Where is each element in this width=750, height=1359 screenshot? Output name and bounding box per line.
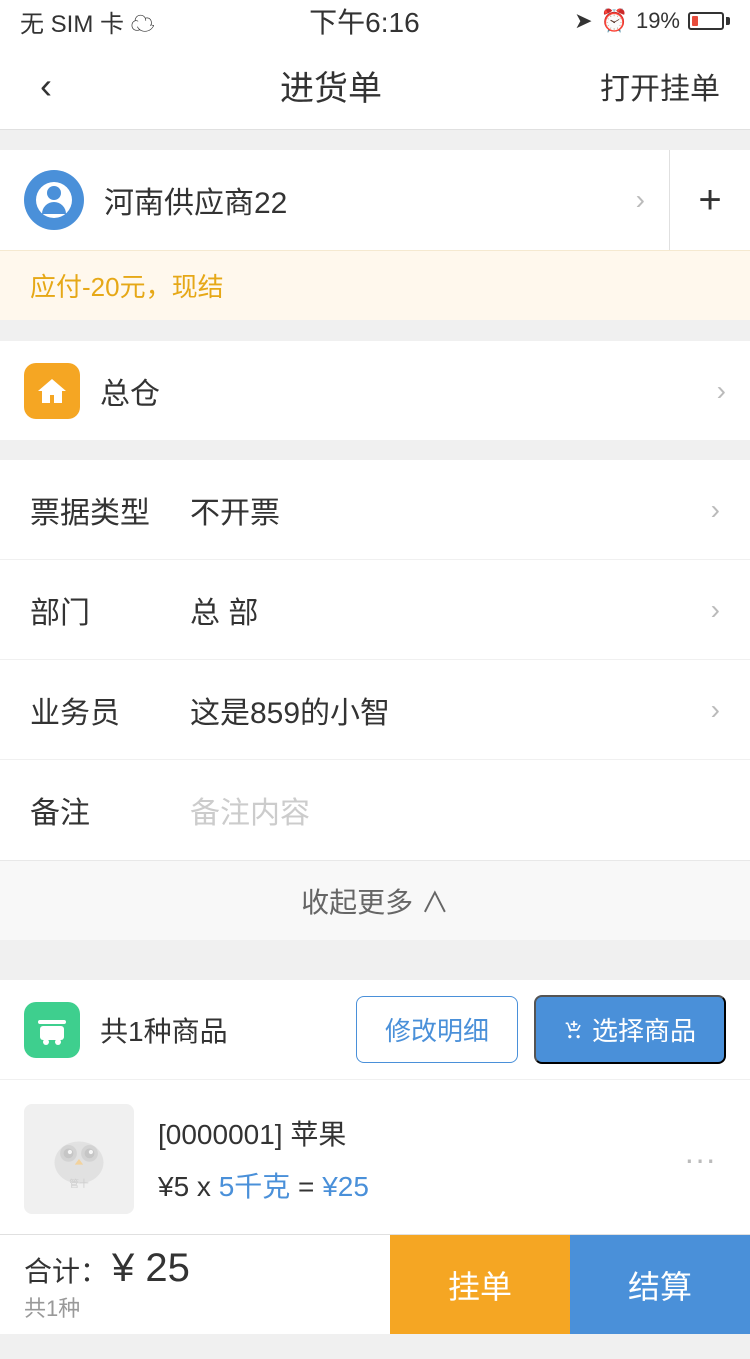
chevron-right-icon: › [636,184,645,216]
status-bar: 无 SIM 卡 ☁ 下午6:16 ➤ ⏰ 19% [0,0,750,42]
supplier-name: 河南供应商22 [104,178,636,222]
status-right: ➤ ⏰ 19% [574,8,730,34]
warehouse-selector[interactable]: 总仓 › [0,340,750,440]
form-section: 票据类型 不开票 › 部门 总 部 › 业务员 这是859的小智 › 备注 备注… [0,460,750,860]
chevron-right-icon-4: › [711,594,720,626]
chevron-right-icon-5: › [711,694,720,726]
quantity-text: 5千克 [219,1171,291,1202]
department-row[interactable]: 部门 总 部 › [0,560,750,660]
supplier-selector[interactable]: 河南供应商22 › [0,150,670,250]
product-item: 管十 [0000001] 苹果 ¥5 x 5千克 = ¥25 ··· [0,1080,750,1239]
status-time: 下午6:16 [309,1,420,41]
avatar-icon [36,182,72,218]
department-value: 总 部 [170,588,711,632]
product-info: [0000001] 苹果 ¥5 x 5千克 = ¥25 [158,1113,674,1205]
products-icon [24,1002,80,1058]
department-label: 部门 [30,588,170,632]
house-svg [36,375,68,407]
notice-bar: 应付-20元，现结 [0,250,750,320]
total-count: 共1种 [24,1291,366,1323]
checkout-button[interactable]: 结算 [570,1235,750,1334]
invoice-type-label: 票据类型 [30,488,170,532]
open-hang-button[interactable]: 打开挂单 [600,64,720,108]
invoice-type-value: 不开票 [170,488,711,532]
bottom-bar: 合计： ¥ 25 共1种 挂单 结算 [0,1234,750,1334]
total-text: ¥25 [322,1171,369,1202]
add-supplier-button[interactable]: + [670,150,750,250]
gap-3 [0,940,750,960]
products-count: 共1种商品 [100,1010,356,1050]
supplier-avatar [24,170,84,230]
status-left: 无 SIM 卡 ☁ [20,4,155,39]
total-row: 合计： ¥ 25 [24,1246,366,1291]
cart-add-icon [564,1020,584,1040]
products-section: 共1种商品 修改明细 选择商品 管十 [0,980,750,1239]
gap-2 [0,320,750,340]
supplier-section: 河南供应商22 › + [0,150,750,250]
warehouse-name: 总仓 [100,369,717,413]
product-price: ¥5 x 5千克 = ¥25 [158,1165,674,1205]
alarm-icon: ⏰ [601,8,628,34]
select-product-button[interactable]: 选择商品 [534,995,726,1064]
salesperson-value: 这是859的小智 [170,688,711,732]
total-amount: ¥ 25 [112,1246,190,1291]
equal-text: = [290,1171,322,1202]
remark-label: 备注 [30,788,170,832]
price-text: ¥5 x [158,1171,219,1202]
page-title: 进货单 [280,61,382,110]
back-button[interactable]: ‹ [30,55,62,117]
chevron-right-icon-3: › [711,494,720,526]
products-header: 共1种商品 修改明细 选择商品 [0,980,750,1080]
battery-percent: 19% [636,8,680,34]
total-label: 合计： [24,1250,108,1290]
product-thumbnail: 管十 [24,1104,134,1214]
sim-label: 无 SIM 卡 ☁ [20,4,155,39]
invoice-type-row[interactable]: 票据类型 不开票 › [0,460,750,560]
select-product-label: 选择商品 [592,1011,696,1048]
cart-svg [36,1014,68,1046]
nav-bar: ‹ 进货单 打开挂单 [0,42,750,130]
chevron-right-icon-2: › [717,375,726,407]
remark-placeholder: 备注内容 [170,788,720,832]
battery-icon [688,12,730,30]
location-icon: ➤ [574,8,592,34]
salesperson-row[interactable]: 业务员 这是859的小智 › [0,660,750,760]
owl-logo-icon: 管十 [44,1124,114,1194]
collapse-button[interactable]: 收起更多 ∧ [0,860,750,940]
remark-row[interactable]: 备注 备注内容 [0,760,750,860]
warehouse-icon [24,363,80,419]
hang-order-button[interactable]: 挂单 [390,1235,570,1334]
salesperson-label: 业务员 [30,688,170,732]
gap-1 [0,130,750,150]
product-more-button[interactable]: ··· [674,1131,726,1188]
total-section: 合计： ¥ 25 共1种 [0,1235,390,1334]
edit-detail-button[interactable]: 修改明细 [356,996,518,1063]
product-name: [0000001] 苹果 [158,1113,674,1153]
svg-text:管十: 管十 [69,1177,89,1190]
